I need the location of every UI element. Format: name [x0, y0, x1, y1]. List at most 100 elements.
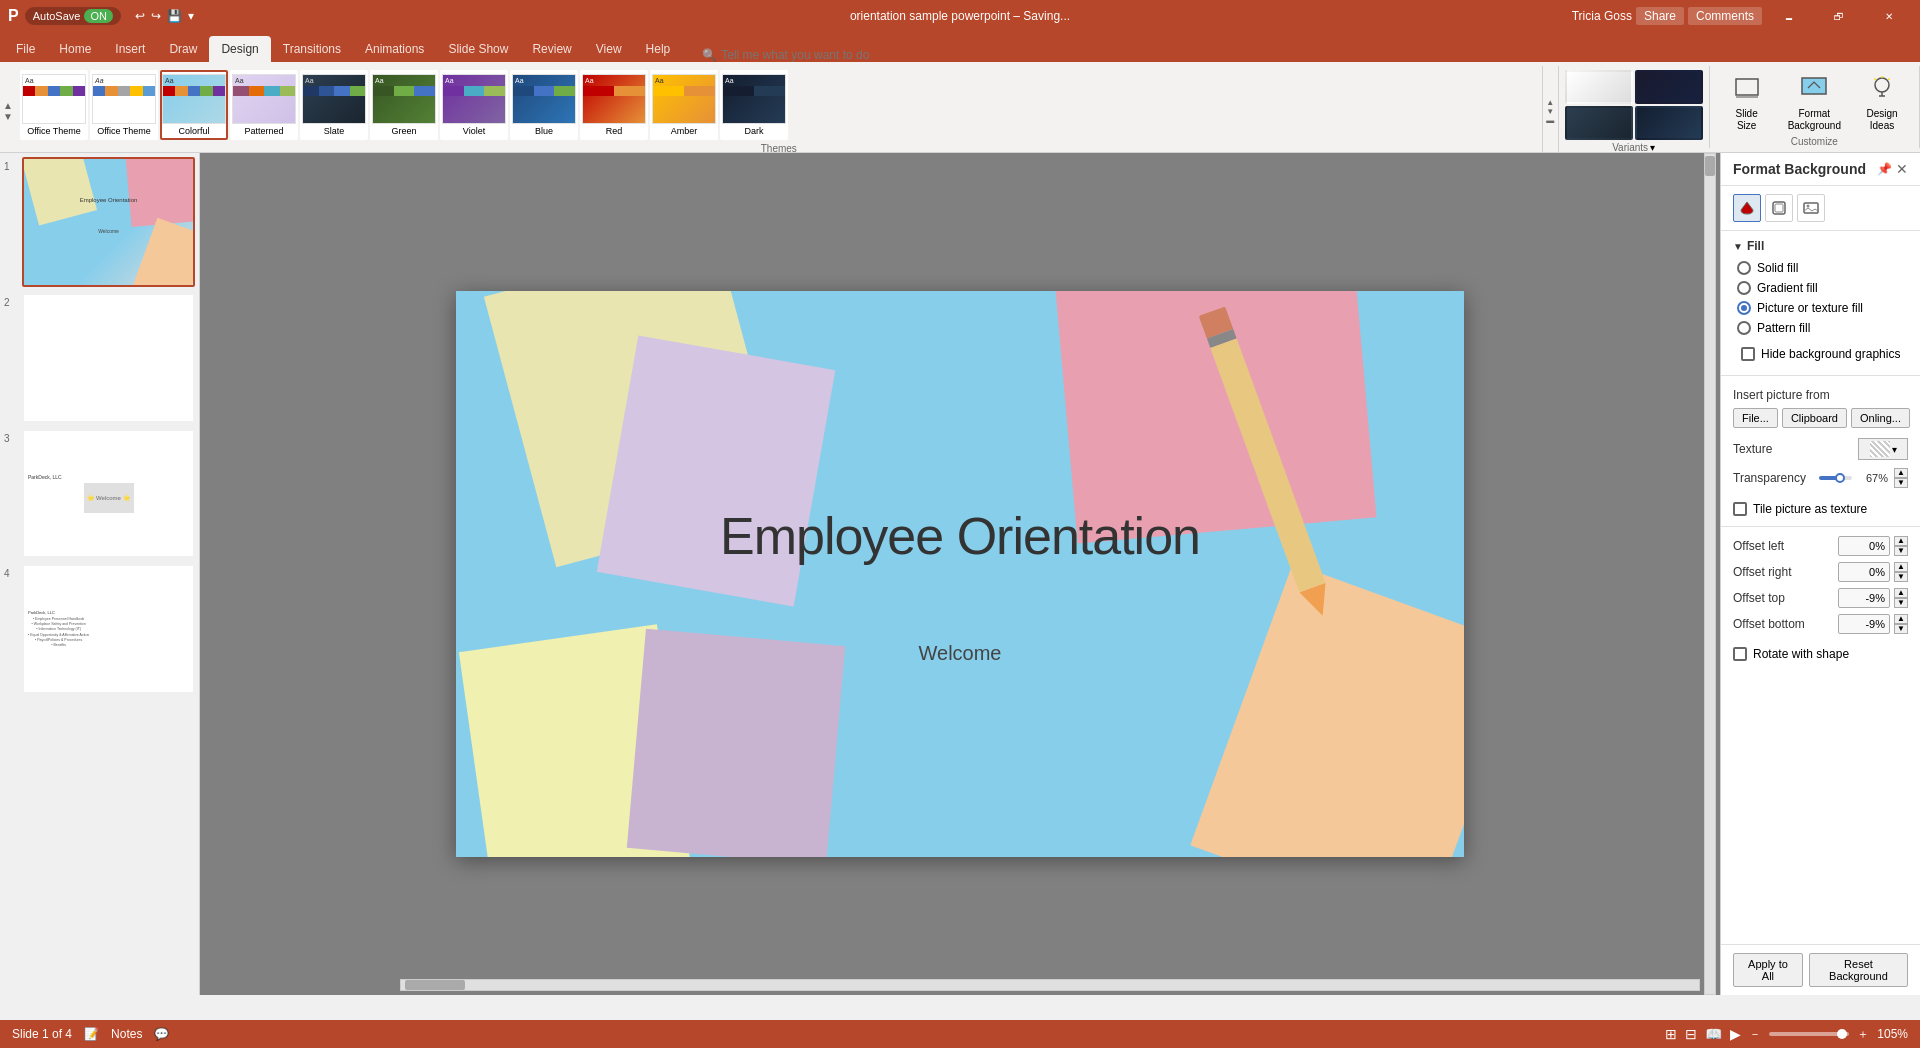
- theme-item-4[interactable]: Aa Slate: [300, 70, 368, 140]
- tab-view[interactable]: View: [584, 36, 634, 62]
- offset-right-input[interactable]: [1838, 562, 1890, 582]
- notes-button[interactable]: Notes: [111, 1027, 142, 1041]
- tab-insert[interactable]: Insert: [103, 36, 157, 62]
- solid-fill-option[interactable]: Solid fill: [1737, 261, 1908, 275]
- texture-picker[interactable]: ▾: [1858, 438, 1908, 460]
- reading-view-icon[interactable]: 📖: [1705, 1026, 1722, 1042]
- design-ideas-button[interactable]: DesignIdeas: [1857, 70, 1907, 136]
- zoom-level[interactable]: 105%: [1877, 1027, 1908, 1041]
- theme-item-9[interactable]: Aa Amber: [650, 70, 718, 140]
- theme-item-0[interactable]: Aa Office Theme: [20, 70, 88, 140]
- slide-sorter-icon[interactable]: ⊟: [1685, 1026, 1697, 1042]
- picture-fill-option[interactable]: Picture or texture fill: [1737, 301, 1908, 315]
- zoom-in-icon[interactable]: ＋: [1857, 1026, 1869, 1043]
- restore-button[interactable]: 🗗: [1816, 0, 1862, 32]
- slide-size-button[interactable]: SlideSize: [1722, 70, 1772, 136]
- solid-fill-radio[interactable]: [1737, 261, 1751, 275]
- slide-thumb-1[interactable]: Employee Orientation Welcome: [22, 157, 195, 287]
- slide-thumb-2[interactable]: [22, 293, 195, 423]
- tab-slideshow[interactable]: Slide Show: [436, 36, 520, 62]
- transparency-slider[interactable]: [1819, 476, 1852, 480]
- theme-item-2[interactable]: Aa Colorful: [160, 70, 228, 140]
- variant-item-4[interactable]: [1635, 106, 1703, 140]
- theme-item-3[interactable]: Aa Patterned: [230, 70, 298, 140]
- tab-file[interactable]: File: [4, 36, 47, 62]
- tile-texture-checkbox[interactable]: [1733, 502, 1747, 516]
- more-options-icon[interactable]: ▾: [188, 9, 194, 23]
- comments-button[interactable]: Comments: [1688, 7, 1762, 25]
- tile-texture-option[interactable]: Tile picture as texture: [1721, 498, 1920, 520]
- theme-item-5[interactable]: Aa Green: [370, 70, 438, 140]
- hide-bg-checkbox[interactable]: [1741, 347, 1755, 361]
- offset-right-up[interactable]: ▲: [1894, 562, 1908, 572]
- rotate-with-shape-checkbox[interactable]: [1733, 647, 1747, 661]
- fill-icon-btn[interactable]: [1733, 194, 1761, 222]
- panel-pin-icon[interactable]: 📌: [1877, 162, 1892, 176]
- slide-thumbnail-1[interactable]: 1 Employee Orientation Welcome: [4, 157, 195, 287]
- undo-icon[interactable]: ↩: [135, 9, 145, 23]
- transparency-down[interactable]: ▼: [1894, 478, 1908, 488]
- redo-icon[interactable]: ↪: [151, 9, 161, 23]
- panel-close-icon[interactable]: ✕: [1896, 161, 1908, 177]
- clipboard-button[interactable]: Clipboard: [1782, 408, 1847, 428]
- tab-draw[interactable]: Draw: [157, 36, 209, 62]
- theme-item-6[interactable]: Aa Violet: [440, 70, 508, 140]
- tab-design[interactable]: Design: [209, 36, 270, 62]
- slide-thumbnail-4[interactable]: 4 ParkDeck, LLC • Employee Personnel Han…: [4, 564, 195, 694]
- slide-thumbnail-3[interactable]: 3 ParkDeck, LLC ⭐ Welcome ⭐: [4, 429, 195, 559]
- tab-review[interactable]: Review: [520, 36, 583, 62]
- gradient-fill-radio[interactable]: [1737, 281, 1751, 295]
- close-button[interactable]: ✕: [1866, 0, 1912, 32]
- rotate-with-shape-option[interactable]: Rotate with shape: [1721, 643, 1920, 665]
- pattern-fill-radio[interactable]: [1737, 321, 1751, 335]
- comments-status-button[interactable]: 💬: [154, 1027, 169, 1041]
- minimize-button[interactable]: 🗕: [1766, 0, 1812, 32]
- offset-left-up[interactable]: ▲: [1894, 536, 1908, 546]
- variants-expand-icon[interactable]: ▾: [1650, 142, 1655, 153]
- share-button[interactable]: Share: [1636, 7, 1684, 25]
- slide-thumbnail-2[interactable]: 2: [4, 293, 195, 423]
- picture-fill-radio[interactable]: [1737, 301, 1751, 315]
- file-button[interactable]: File...: [1733, 408, 1778, 428]
- reset-background-button[interactable]: Reset Background: [1809, 953, 1908, 987]
- variant-item-3[interactable]: [1565, 106, 1633, 140]
- pattern-fill-option[interactable]: Pattern fill: [1737, 321, 1908, 335]
- hide-bg-option[interactable]: Hide background graphics: [1737, 347, 1908, 361]
- save-icon[interactable]: 💾: [167, 9, 182, 23]
- themes-scroll-up[interactable]: ▲▼: [0, 66, 16, 156]
- horizontal-scrollbar[interactable]: [400, 979, 1700, 991]
- offset-top-down[interactable]: ▼: [1894, 598, 1908, 608]
- offset-top-up[interactable]: ▲: [1894, 588, 1908, 598]
- themes-scroll-down[interactable]: ▲ ▼ ▬: [1542, 66, 1558, 156]
- offset-bottom-up[interactable]: ▲: [1894, 614, 1908, 624]
- variant-item-2[interactable]: [1635, 70, 1703, 104]
- transparency-up[interactable]: ▲: [1894, 468, 1908, 478]
- theme-item-7[interactable]: Aa Blue: [510, 70, 578, 140]
- tab-transitions[interactable]: Transitions: [271, 36, 353, 62]
- theme-item-10[interactable]: Aa Dark: [720, 70, 788, 140]
- autosave-toggle[interactable]: AutoSave ON: [25, 7, 121, 25]
- variant-item-1[interactable]: [1565, 70, 1633, 104]
- format-background-ribbon-button[interactable]: FormatBackground: [1780, 70, 1849, 136]
- offset-left-down[interactable]: ▼: [1894, 546, 1908, 556]
- offset-top-input[interactable]: [1838, 588, 1890, 608]
- tab-help[interactable]: Help: [634, 36, 683, 62]
- tab-home[interactable]: Home: [47, 36, 103, 62]
- slide-thumb-3[interactable]: ParkDeck, LLC ⭐ Welcome ⭐: [22, 429, 195, 559]
- online-button[interactable]: Onling...: [1851, 408, 1910, 428]
- transparency-thumb[interactable]: [1835, 473, 1845, 483]
- slide-thumb-4[interactable]: ParkDeck, LLC • Employee Personnel Handb…: [22, 564, 195, 694]
- picture-icon-btn[interactable]: [1797, 194, 1825, 222]
- normal-view-icon[interactable]: ⊞: [1665, 1026, 1677, 1042]
- effects-icon-btn[interactable]: [1765, 194, 1793, 222]
- offset-right-down[interactable]: ▼: [1894, 572, 1908, 582]
- fill-header[interactable]: ▼ Fill: [1733, 239, 1908, 253]
- offset-left-input[interactable]: [1838, 536, 1890, 556]
- apply-to-all-button[interactable]: Apply to All: [1733, 953, 1803, 987]
- theme-item-8[interactable]: Aa Red: [580, 70, 648, 140]
- search-input[interactable]: [721, 48, 921, 62]
- zoom-out-icon[interactable]: －: [1749, 1026, 1761, 1043]
- zoom-slider[interactable]: [1769, 1032, 1849, 1036]
- tab-animations[interactable]: Animations: [353, 36, 436, 62]
- slideshow-icon[interactable]: ▶: [1730, 1026, 1741, 1042]
